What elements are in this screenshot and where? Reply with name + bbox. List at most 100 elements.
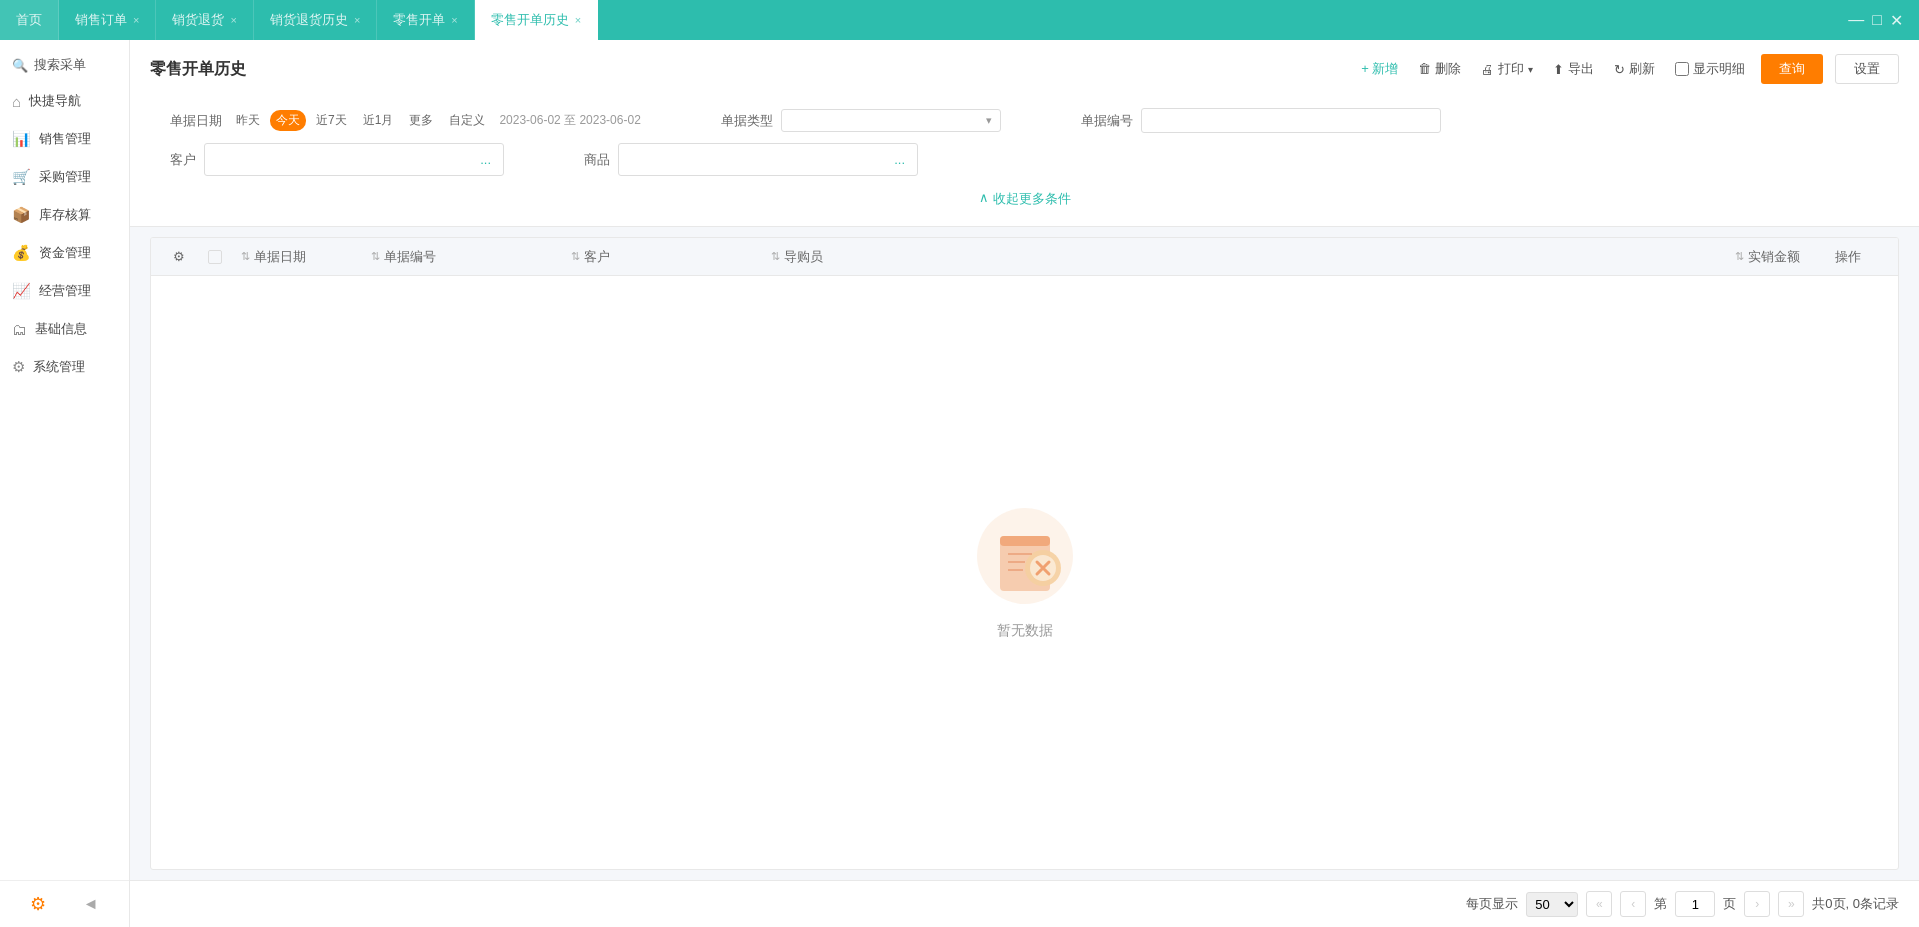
tab-retail-open-history-close[interactable]: × (575, 14, 581, 26)
window-maximize-icon[interactable]: □ (1872, 11, 1882, 29)
tab-retail-open-label: 零售开单 (393, 11, 445, 29)
sidebar-item-purchase[interactable]: 🛒 采购管理 (0, 158, 129, 196)
goods-picker-icon[interactable]: ... (890, 148, 909, 171)
tab-sales-return-history-close[interactable]: × (354, 14, 360, 26)
tab-home[interactable]: 首页 (0, 0, 59, 40)
th-settings[interactable]: ⚙ (161, 249, 197, 264)
sidebar-settings-icon[interactable]: ⚙ (30, 893, 46, 915)
sidebar-item-purchase-label: 采购管理 (39, 168, 91, 186)
tab-sales-order-close[interactable]: × (133, 14, 139, 26)
date-yesterday-btn[interactable]: 昨天 (230, 110, 266, 131)
tab-sales-return-history-label: 销货退货历史 (270, 11, 348, 29)
doc-type-select[interactable]: ▾ (781, 109, 1001, 132)
th-no[interactable]: ⇅ 单据编号 (363, 248, 563, 266)
setting-button[interactable]: 设置 (1835, 54, 1899, 84)
sidebar-item-quick-nav[interactable]: ⌂ 快捷导航 (0, 82, 129, 120)
print-icon: 🖨 (1481, 62, 1494, 77)
tab-retail-open-close[interactable]: × (451, 14, 457, 26)
print-button[interactable]: 🖨 打印 ▾ (1477, 60, 1537, 78)
th-customer-label: 客户 (584, 248, 610, 266)
display-cols-button[interactable]: 显示明细 (1671, 60, 1749, 78)
filter-doc-no: 单据编号 (1081, 108, 1441, 133)
th-date[interactable]: ⇅ 单据日期 (233, 248, 363, 266)
display-cols-label: 显示明细 (1693, 60, 1745, 78)
page-title-row: 零售开单历史 + 新增 🗑 删除 🖨 打印 ▾ ⬆ 导出 ↻ (150, 54, 1899, 84)
tab-sales-return[interactable]: 销货退货 × (156, 0, 253, 40)
tab-sales-order-label: 销售订单 (75, 11, 127, 29)
filter-doc-type: 单据类型 ▾ (721, 109, 1001, 132)
operations-icon: 📈 (12, 282, 31, 300)
window-close-icon[interactable]: ✕ (1890, 11, 1903, 30)
last-page-button[interactable]: » (1778, 891, 1804, 917)
search-icon: 🔍 (12, 58, 28, 73)
th-guide[interactable]: ⇅ 导购员 (763, 248, 883, 266)
date-label: 单据日期 (170, 112, 222, 130)
sidebar-item-sales[interactable]: 📊 销售管理 (0, 120, 129, 158)
sidebar-item-inventory-label: 库存核算 (39, 206, 91, 224)
customer-picker-icon[interactable]: ... (476, 148, 495, 171)
goods-select[interactable]: ... (618, 143, 918, 176)
sidebar-search-label: 搜索采单 (34, 56, 86, 74)
inventory-icon: 📦 (12, 206, 31, 224)
sales-icon: 📊 (12, 130, 31, 148)
customer-select[interactable]: ... (204, 143, 504, 176)
th-action: 操作 (1808, 248, 1888, 266)
collapse-label: 收起更多条件 (993, 190, 1071, 208)
date-custom-btn[interactable]: 自定义 (443, 110, 491, 131)
tab-retail-open[interactable]: 零售开单 × (377, 0, 474, 40)
prev-page-button[interactable]: ‹ (1620, 891, 1646, 917)
settings-icon: ⚙ (173, 249, 185, 264)
page-input[interactable] (1675, 891, 1715, 917)
page-title: 零售开单历史 (150, 59, 246, 80)
th-checkbox[interactable] (197, 250, 233, 264)
tab-retail-open-history[interactable]: 零售开单历史 × (475, 0, 598, 40)
doc-type-arrow-icon: ▾ (986, 114, 992, 127)
sidebar-item-system[interactable]: ⚙ 系统管理 (0, 348, 129, 386)
th-date-label: 单据日期 (254, 248, 306, 266)
toolbar: + 新增 🗑 删除 🖨 打印 ▾ ⬆ 导出 ↻ 刷新 (1357, 54, 1899, 84)
sidebar-item-finance-label: 资金管理 (39, 244, 91, 262)
sidebar-item-operations-label: 经营管理 (39, 282, 91, 300)
sidebar-item-basics-label: 基础信息 (35, 320, 87, 338)
tab-bar-actions: — □ ✕ (1848, 11, 1919, 30)
doc-no-input[interactable] (1141, 108, 1441, 133)
header-checkbox[interactable] (208, 250, 222, 264)
tab-sales-order[interactable]: 销售订单 × (59, 0, 156, 40)
sidebar-item-inventory[interactable]: 📦 库存核算 (0, 196, 129, 234)
tab-retail-open-history-label: 零售开单历史 (491, 11, 569, 29)
date-7days-btn[interactable]: 近7天 (310, 110, 353, 131)
display-cols-checkbox[interactable] (1675, 62, 1689, 76)
window-minimize-icon[interactable]: — (1848, 11, 1864, 29)
add-button[interactable]: + 新增 (1357, 60, 1402, 78)
filter-row-2: 客户 ... 商品 ... (170, 143, 1879, 176)
export-button[interactable]: ⬆ 导出 (1549, 60, 1598, 78)
date-more-btn[interactable]: 更多 (403, 110, 439, 131)
date-range-text: 2023-06-02 至 2023-06-02 (499, 112, 640, 129)
pagination: 每页显示 50 10 20 100 « ‹ 第 页 › » 共0页, 0条记录 (130, 880, 1919, 927)
tab-sales-return-close[interactable]: × (230, 14, 236, 26)
first-page-button[interactable]: « (1586, 891, 1612, 917)
date-today-btn[interactable]: 今天 (270, 110, 306, 131)
refresh-button[interactable]: ↻ 刷新 (1610, 60, 1659, 78)
sidebar-search[interactable]: 🔍 搜索采单 (0, 48, 129, 82)
query-button[interactable]: 查询 (1761, 54, 1823, 84)
th-customer[interactable]: ⇅ 客户 (563, 248, 763, 266)
filter-collapse-row[interactable]: ∧ 收起更多条件 (170, 186, 1879, 216)
sidebar-item-finance[interactable]: 💰 资金管理 (0, 234, 129, 272)
filter-row-1: 单据日期 昨天 今天 近7天 近1月 更多 自定义 2023-06-02 至 2… (170, 108, 1879, 133)
sort-amount-icon: ⇅ (1735, 250, 1744, 263)
per-page-select[interactable]: 50 10 20 100 (1526, 892, 1578, 917)
sidebar-item-operations[interactable]: 📈 经营管理 (0, 272, 129, 310)
export-icon: ⬆ (1553, 62, 1564, 77)
home-icon: ⌂ (12, 93, 21, 110)
sidebar-collapse-icon[interactable]: ◄ (83, 895, 99, 913)
refresh-label: 刷新 (1629, 60, 1655, 78)
sidebar-item-basics[interactable]: 🗂 基础信息 (0, 310, 129, 348)
tab-sales-return-history[interactable]: 销货退货历史 × (254, 0, 377, 40)
sidebar: 🔍 搜索采单 ⌂ 快捷导航 📊 销售管理 🛒 采购管理 📦 库存核算 💰 资金管… (0, 40, 130, 927)
filter-goods: 商品 ... (584, 143, 918, 176)
th-amount[interactable]: ⇅ 实销金额 (883, 248, 1808, 266)
date-1month-btn[interactable]: 近1月 (357, 110, 400, 131)
delete-button[interactable]: 🗑 删除 (1414, 60, 1465, 78)
next-page-button[interactable]: › (1744, 891, 1770, 917)
